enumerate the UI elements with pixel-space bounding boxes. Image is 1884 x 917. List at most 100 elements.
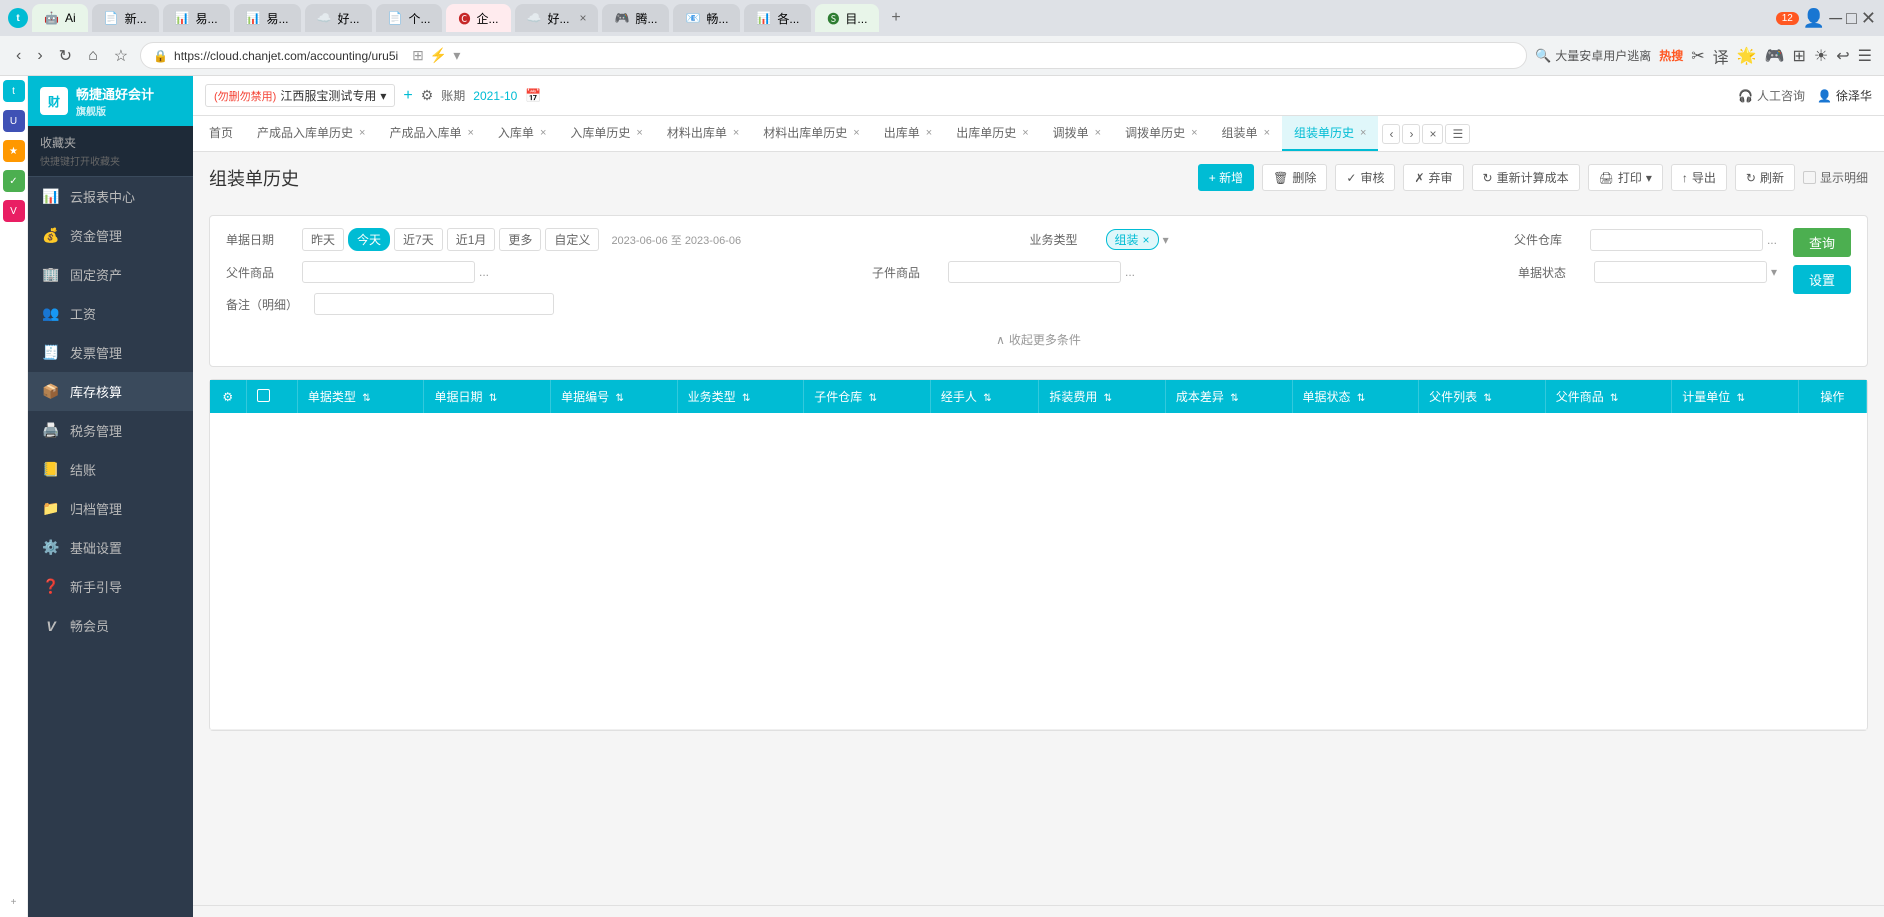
tab-prev-btn[interactable]: ‹ xyxy=(1382,124,1400,144)
child-goods-more-btn[interactable]: ... xyxy=(1125,265,1135,279)
refresh-btn[interactable]: ↻ 刷新 xyxy=(1735,164,1795,191)
tab-close-all-btn[interactable]: × xyxy=(1422,124,1443,144)
last7days-btn[interactable]: 近7天 xyxy=(394,228,443,251)
yesterday-btn[interactable]: 昨天 xyxy=(302,228,344,251)
minimize-btn[interactable]: ─ xyxy=(1829,8,1842,29)
browser-tab-12[interactable]: 🅢 目... xyxy=(815,4,879,32)
child-goods-input[interactable] xyxy=(948,261,1121,283)
custom-date-btn[interactable]: 自定义 xyxy=(545,228,599,251)
sidebar-item-invoices[interactable]: 🧾 发票管理 xyxy=(28,333,193,372)
bookmark-btn[interactable]: ☆ xyxy=(110,42,132,70)
dropdown-icon[interactable]: ▾ xyxy=(453,47,460,64)
recalculate-btn[interactable]: ↻ 重新计算成本 xyxy=(1472,164,1580,191)
tab-5-close[interactable]: × xyxy=(733,127,739,139)
sidebar-item-tax[interactable]: 🖨️ 税务管理 xyxy=(28,411,193,450)
browser-tab-7[interactable]: 🅒 企... xyxy=(446,4,510,32)
period-value[interactable]: 2021-10 xyxy=(473,89,517,103)
tab-11-close[interactable]: × xyxy=(1264,127,1270,139)
browser-tab-4[interactable]: 📊 易... xyxy=(234,4,301,32)
tab-12-close[interactable]: × xyxy=(1360,127,1366,139)
new-tab-btn[interactable]: + xyxy=(883,9,908,27)
parent-warehouse-input[interactable] xyxy=(1590,229,1763,251)
biz-type-tag-close[interactable]: × xyxy=(1143,233,1150,247)
browser-tab-6[interactable]: 📄 个... xyxy=(376,4,443,32)
grid-icon[interactable]: ⊞ xyxy=(1793,46,1806,66)
tab-4-close[interactable]: × xyxy=(636,127,642,139)
tab-1-close[interactable]: × xyxy=(359,127,365,139)
col-checkbox[interactable] xyxy=(246,380,297,413)
browser-tab-10[interactable]: 📧 畅... xyxy=(673,4,740,32)
col-order-date[interactable]: 单据日期 ⇅ xyxy=(424,380,551,413)
sidebar-item-settings[interactable]: ⚙️ 基础设置 xyxy=(28,528,193,567)
translate-icon[interactable]: 译 xyxy=(1713,44,1729,68)
maximize-btn[interactable]: □ xyxy=(1846,8,1857,29)
tab-out[interactable]: 出库单 × xyxy=(872,116,944,151)
sidebar-item-close-accounts[interactable]: 📒 结账 xyxy=(28,450,193,489)
col-child-warehouse[interactable]: 子件仓库 ⇅ xyxy=(804,380,931,413)
undo-icon[interactable]: ↩ xyxy=(1836,46,1849,66)
tab-transfer-history[interactable]: 调拨单历史 × xyxy=(1113,116,1209,151)
col-settings[interactable]: ⚙ xyxy=(210,380,246,413)
ext-icon-5[interactable]: V xyxy=(3,200,25,222)
consult-button[interactable]: 🎧 人工咨询 xyxy=(1738,87,1805,104)
add-btn[interactable]: + 新增 xyxy=(1198,164,1254,191)
query-button[interactable]: 查询 xyxy=(1793,228,1851,257)
tab-prod-in-history[interactable]: 产成品入库单历史 × xyxy=(245,116,377,151)
browser-tab-ai[interactable]: 🤖 Ai xyxy=(32,4,88,32)
sidebar-item-archive[interactable]: 📁 归档管理 xyxy=(28,489,193,528)
col-disassembly-fee[interactable]: 拆装费用 ⇅ xyxy=(1039,380,1166,413)
col-biz-type[interactable]: 业务类型 ⇅ xyxy=(677,380,804,413)
sidebar-item-inventory[interactable]: 📦 库存核算 xyxy=(28,372,193,411)
sidebar-item-member[interactable]: V 畅会员 xyxy=(28,606,193,645)
game-icon[interactable]: 🎮 xyxy=(1765,46,1785,66)
tab-9-close[interactable]: × xyxy=(1095,127,1101,139)
tab-assembly-history[interactable]: 组装单历史 × xyxy=(1282,116,1378,151)
sidebar-item-fixed-assets[interactable]: 🏢 固定资产 xyxy=(28,255,193,294)
scissors-icon[interactable]: ✂ xyxy=(1691,46,1704,66)
profile-icon[interactable]: 👤 xyxy=(1803,8,1825,29)
col-cost-diff[interactable]: 成本差异 ⇅ xyxy=(1165,380,1292,413)
export-btn[interactable]: ↑ 导出 xyxy=(1671,164,1727,191)
address-bar[interactable]: 🔒 https://cloud.chanjet.com/accounting/u… xyxy=(140,42,1527,69)
home-btn[interactable]: ⌂ xyxy=(84,43,102,69)
tab-10-close[interactable]: × xyxy=(1191,127,1197,139)
tab-close-7[interactable]: × xyxy=(579,11,586,25)
tab-material-out-history[interactable]: 材料出库单历史 × xyxy=(751,116,871,151)
parent-warehouse-more-btn[interactable]: ... xyxy=(1767,233,1777,247)
tab-in[interactable]: 入库单 × xyxy=(486,116,558,151)
parent-goods-more-btn[interactable]: ... xyxy=(479,265,489,279)
ext-icon-4[interactable]: ✓ xyxy=(3,170,25,192)
col-order-status[interactable]: 单据状态 ⇅ xyxy=(1292,380,1419,413)
today-btn[interactable]: 今天 xyxy=(348,228,390,251)
tab-6-close[interactable]: × xyxy=(853,127,859,139)
company-selector[interactable]: (勿删勿禁用) 江西服宝测试专用 ▾ xyxy=(205,84,395,107)
delete-btn[interactable]: 🗑 删除 xyxy=(1262,164,1327,191)
parent-goods-input[interactable] xyxy=(302,261,475,283)
sidebar-item-guide[interactable]: ❓ 新手引导 xyxy=(28,567,193,606)
abandon-btn[interactable]: ✗ 弃审 xyxy=(1403,164,1463,191)
tab-prod-in[interactable]: 产成品入库单 × xyxy=(377,116,485,151)
tab-next-btn[interactable]: › xyxy=(1402,124,1420,144)
display-detail-toggle[interactable]: 显示明细 xyxy=(1803,169,1868,186)
tab-assembly[interactable]: 组装单 × xyxy=(1210,116,1282,151)
approve-btn[interactable]: ✓ 审核 xyxy=(1335,164,1395,191)
tab-8-close[interactable]: × xyxy=(1022,127,1028,139)
col-parent-list[interactable]: 父件列表 ⇅ xyxy=(1419,380,1546,413)
add-icon[interactable]: + xyxy=(403,87,412,105)
menu-icon[interactable]: ☰ xyxy=(1858,46,1872,66)
note-input[interactable] xyxy=(314,293,554,315)
browser-tab-8[interactable]: ☁️ 好... × xyxy=(515,4,599,32)
last1month-btn[interactable]: 近1月 xyxy=(447,228,496,251)
col-order-type[interactable]: 单据类型 ⇅ xyxy=(297,380,424,413)
tab-in-history[interactable]: 入库单历史 × xyxy=(558,116,654,151)
ext-icon-3[interactable]: ★ xyxy=(3,140,25,162)
order-status-dropdown-icon[interactable]: ▾ xyxy=(1771,265,1777,279)
ext-icon-1[interactable]: t xyxy=(3,80,25,102)
tab-out-history[interactable]: 出库单历史 × xyxy=(944,116,1040,151)
theme-icon[interactable]: 🌟 xyxy=(1737,46,1757,66)
col-parent-goods[interactable]: 父件商品 ⇅ xyxy=(1545,380,1672,413)
settings-button[interactable]: 设置 xyxy=(1793,265,1851,294)
browser-tab-new[interactable]: 📄 新... xyxy=(92,4,159,32)
sidebar-item-salary[interactable]: 👥 工资 xyxy=(28,294,193,333)
sidebar-item-cloud-reports[interactable]: 📊 云报表中心 xyxy=(28,177,193,216)
